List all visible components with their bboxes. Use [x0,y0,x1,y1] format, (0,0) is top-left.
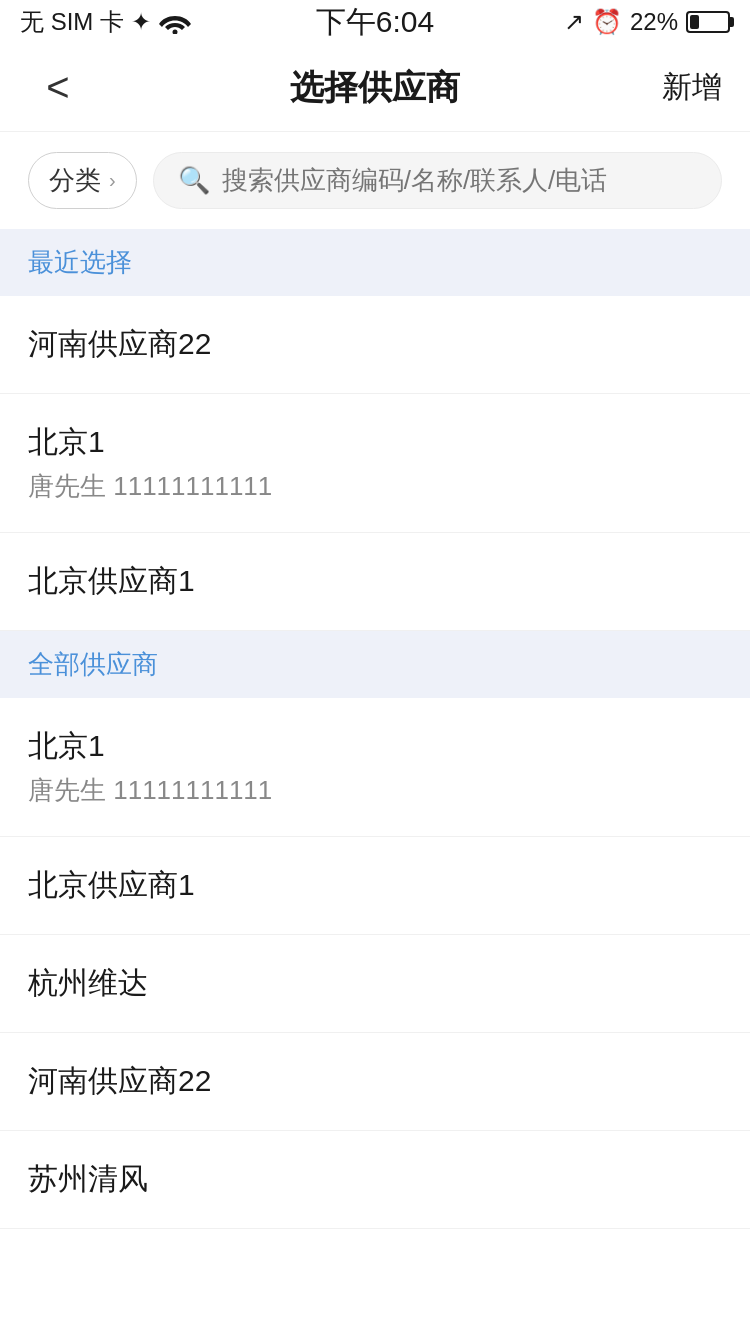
back-button[interactable]: < [28,58,88,118]
svg-point-0 [172,30,177,35]
recent-list-item[interactable]: 北京1 唐先生 11111111111 [0,394,750,533]
all-list-item[interactable]: 北京供应商1 [0,837,750,935]
recent-list: 河南供应商22 北京1 唐先生 11111111111 北京供应商1 [0,296,750,631]
recent-list-item[interactable]: 北京供应商1 [0,533,750,631]
search-box: 🔍 [153,152,722,209]
category-filter-button[interactable]: 分类 › [28,152,137,209]
battery-icon [686,11,730,33]
item-sub: 唐先生 11111111111 [28,469,722,504]
recent-list-item[interactable]: 河南供应商22 [0,296,750,394]
status-left: 无 SIM 卡 ✦ [20,6,191,38]
item-name: 河南供应商22 [28,1061,722,1102]
search-icon: 🔍 [178,165,210,196]
wifi-icon [159,10,191,34]
recent-section-header: 最近选择 [0,229,750,296]
alarm-icon: ⏰ [592,8,622,36]
filter-bar: 分类 › 🔍 [0,132,750,229]
all-list-item[interactable]: 北京1 唐先生 11111111111 [0,698,750,837]
status-time: 下午6:04 [316,2,434,43]
all-list-item[interactable]: 杭州维达 [0,935,750,1033]
item-name: 北京1 [28,422,722,463]
item-name: 河南供应商22 [28,324,722,365]
no-sim-label: 无 SIM 卡 ✦ [20,6,151,38]
all-list: 北京1 唐先生 11111111111 北京供应商1 杭州维达河南供应商22 苏州清风 [0,698,750,1229]
nav-bar: < 选择供应商 新增 [0,44,750,132]
item-name: 北京1 [28,726,722,767]
item-name: 北京供应商1 [28,561,722,602]
search-input[interactable] [222,165,697,196]
battery-percent: 22% [630,8,678,36]
page-title: 选择供应商 [290,65,460,111]
chevron-right-icon: › [109,169,116,192]
item-name: 杭州维达 [28,963,722,1004]
add-button[interactable]: 新增 [662,67,722,108]
item-sub: 唐先生 11111111111 [28,773,722,808]
item-name: 北京供应商1 [28,865,722,906]
status-bar: 无 SIM 卡 ✦ 下午6:04 ↗ ⏰ 22% [0,0,750,44]
all-section-header: 全部供应商 [0,631,750,698]
status-right: ↗ ⏰ 22% [564,8,730,36]
all-list-item[interactable]: 河南供应商22 [0,1033,750,1131]
all-list-item[interactable]: 苏州清风 [0,1131,750,1229]
location-icon: ↗ [564,8,584,36]
category-label: 分类 [49,163,101,198]
item-name: 苏州清风 [28,1159,722,1200]
